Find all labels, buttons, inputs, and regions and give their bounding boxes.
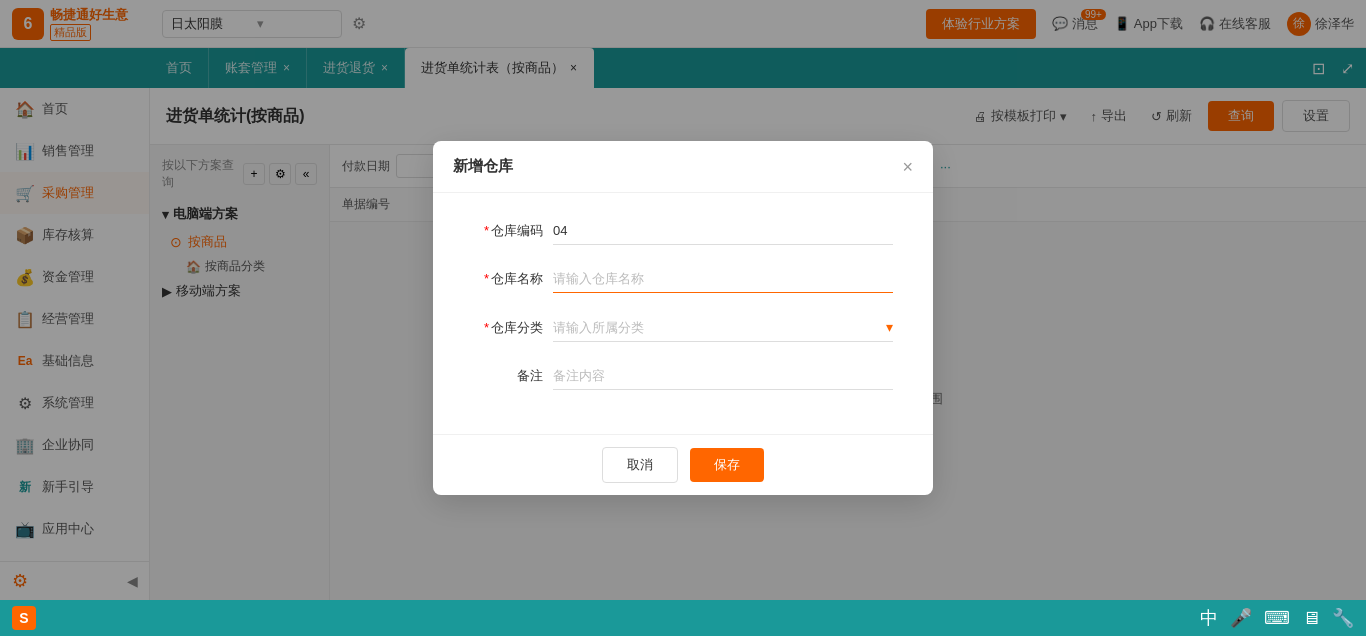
name-label: 仓库名称	[473, 270, 553, 288]
form-row-category: 仓库分类 ▾	[473, 313, 893, 342]
note-label: 备注	[473, 367, 553, 385]
keyboard-icon[interactable]: ⌨	[1264, 607, 1290, 629]
category-input[interactable]	[553, 320, 886, 335]
tool-icon[interactable]: 🔧	[1332, 607, 1354, 629]
code-input[interactable]	[553, 217, 893, 245]
save-button[interactable]: 保存	[690, 448, 764, 482]
code-label: 仓库编码	[473, 222, 553, 240]
chinese-input-icon[interactable]: 中	[1200, 606, 1218, 630]
form-row-name: 仓库名称	[473, 265, 893, 293]
category-chevron-icon[interactable]: ▾	[886, 319, 893, 335]
dialog-header: 新增仓库 ×	[433, 141, 933, 193]
mic-icon[interactable]: 🎤	[1230, 607, 1252, 629]
form-row-code: 仓库编码	[473, 217, 893, 245]
bottom-bar: S 中 🎤 ⌨ 🖥 🔧	[0, 600, 1366, 636]
dialog-body: 仓库编码 仓库名称 仓库分类 ▾ 备注	[433, 193, 933, 434]
category-label: 仓库分类	[473, 319, 553, 337]
note-input[interactable]	[553, 362, 893, 390]
monitor-icon[interactable]: 🖥	[1302, 608, 1320, 629]
dialog-title: 新增仓库	[453, 157, 513, 176]
modal-overlay[interactable]: 新增仓库 × 仓库编码 仓库名称 仓库分类 ▾	[0, 0, 1366, 636]
new-warehouse-dialog: 新增仓库 × 仓库编码 仓库名称 仓库分类 ▾	[433, 141, 933, 495]
name-input[interactable]	[553, 265, 893, 293]
brand-logo: S	[12, 606, 36, 630]
form-row-note: 备注	[473, 362, 893, 390]
cancel-button[interactable]: 取消	[602, 447, 678, 483]
category-field: ▾	[553, 313, 893, 342]
dialog-close-button[interactable]: ×	[902, 158, 913, 176]
dialog-footer: 取消 保存	[433, 434, 933, 495]
